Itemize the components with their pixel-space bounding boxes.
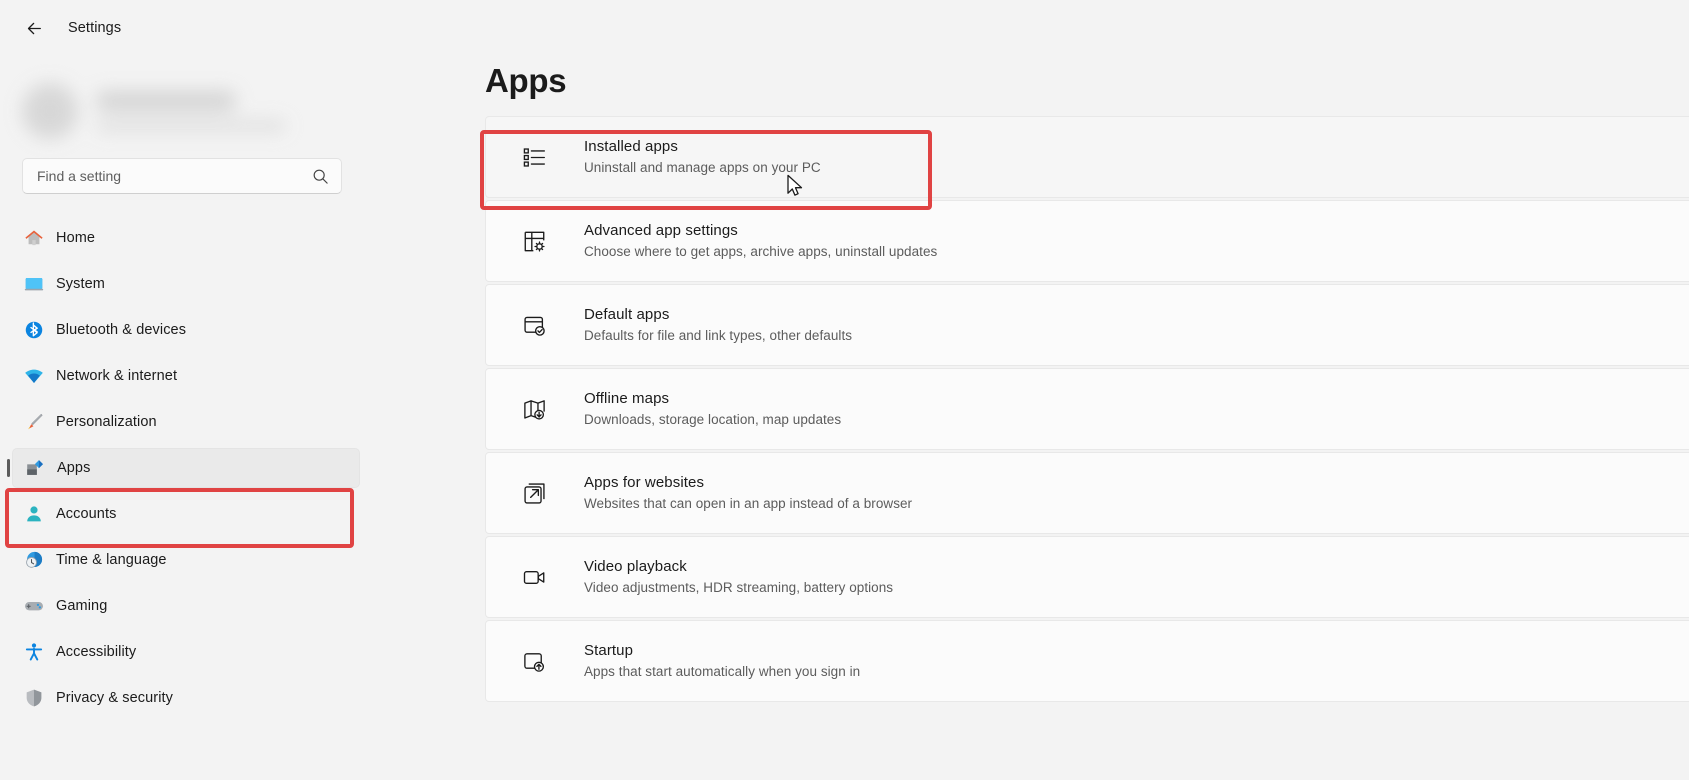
sidebar: Home System bbox=[0, 56, 370, 780]
external-link-icon bbox=[518, 477, 550, 509]
card-installed-apps[interactable]: Installed apps Uninstall and manage apps… bbox=[485, 116, 1689, 198]
user-profile-blurred[interactable] bbox=[0, 60, 370, 152]
card-title: Advanced app settings bbox=[584, 222, 738, 239]
profile-email-blurred bbox=[96, 120, 286, 132]
sidebar-item-label: System bbox=[56, 276, 105, 292]
main-content: Apps Installed apps Uninstall and manage… bbox=[370, 56, 1689, 780]
card-startup[interactable]: Startup Apps that start automatically wh… bbox=[485, 620, 1689, 702]
sidebar-item-gaming[interactable]: Gaming bbox=[12, 586, 360, 626]
sidebar-item-label: Privacy & security bbox=[56, 690, 173, 706]
sidebar-item-personalization[interactable]: Personalization bbox=[12, 402, 360, 442]
bluetooth-icon bbox=[22, 318, 46, 342]
sidebar-item-label: Apps bbox=[57, 460, 90, 476]
sidebar-item-network-internet[interactable]: Network & internet bbox=[12, 356, 360, 396]
card-title: Installed apps bbox=[584, 138, 678, 155]
card-text: Apps for websites Websites that can open… bbox=[584, 473, 912, 512]
clock-globe-icon bbox=[22, 548, 46, 572]
sidebar-item-label: Time & language bbox=[56, 552, 167, 568]
card-subtitle: Choose where to get apps, archive apps, … bbox=[584, 243, 937, 261]
navigation-list: Home System bbox=[0, 218, 370, 718]
sidebar-item-accounts[interactable]: Accounts bbox=[12, 494, 360, 534]
accessibility-icon bbox=[22, 640, 46, 664]
card-subtitle: Apps that start automatically when you s… bbox=[584, 663, 860, 681]
home-icon bbox=[22, 226, 46, 250]
default-apps-check-icon bbox=[518, 309, 550, 341]
card-text: Startup Apps that start automatically wh… bbox=[584, 641, 860, 680]
card-video-playback[interactable]: Video playback Video adjustments, HDR st… bbox=[485, 536, 1689, 618]
card-text: Installed apps Uninstall and manage apps… bbox=[584, 137, 821, 176]
sidebar-item-label: Bluetooth & devices bbox=[56, 322, 186, 338]
search-input[interactable] bbox=[37, 159, 312, 193]
card-default-apps[interactable]: Default apps Defaults for file and link … bbox=[485, 284, 1689, 366]
paintbrush-icon bbox=[22, 410, 46, 434]
card-title: Offline maps bbox=[584, 390, 669, 407]
sidebar-item-label: Network & internet bbox=[56, 368, 177, 384]
card-offline-maps[interactable]: Offline maps Downloads, storage location… bbox=[485, 368, 1689, 450]
bulleted-list-icon bbox=[518, 141, 550, 173]
card-subtitle: Defaults for file and link types, other … bbox=[584, 327, 852, 345]
card-text: Video playback Video adjustments, HDR st… bbox=[584, 557, 893, 596]
card-title: Video playback bbox=[584, 558, 687, 575]
map-download-icon bbox=[518, 393, 550, 425]
settings-window: Settings bbox=[0, 0, 1689, 780]
search-icon[interactable] bbox=[312, 168, 329, 185]
apps-icon bbox=[23, 456, 47, 480]
sidebar-item-accessibility[interactable]: Accessibility bbox=[12, 632, 360, 672]
accounts-icon bbox=[22, 502, 46, 526]
card-subtitle: Video adjustments, HDR streaming, batter… bbox=[584, 579, 893, 597]
network-icon bbox=[22, 364, 46, 388]
app-settings-gear-icon bbox=[518, 225, 550, 257]
video-camera-icon bbox=[518, 561, 550, 593]
card-text: Advanced app settings Choose where to ge… bbox=[584, 221, 937, 260]
sidebar-item-home[interactable]: Home bbox=[12, 218, 360, 258]
sidebar-item-privacy-security[interactable]: Privacy & security bbox=[12, 678, 360, 718]
card-subtitle: Downloads, storage location, map updates bbox=[584, 411, 841, 429]
title-bar: Settings bbox=[0, 0, 1689, 56]
card-title: Apps for websites bbox=[584, 474, 704, 491]
sidebar-item-system[interactable]: System bbox=[12, 264, 360, 304]
card-title: Startup bbox=[584, 642, 633, 659]
search-box[interactable] bbox=[22, 158, 342, 194]
card-apps-for-websites[interactable]: Apps for websites Websites that can open… bbox=[485, 452, 1689, 534]
sidebar-item-apps[interactable]: Apps bbox=[12, 448, 360, 488]
arrow-left-icon bbox=[23, 19, 42, 38]
card-title: Default apps bbox=[584, 306, 669, 323]
profile-name-blurred bbox=[96, 91, 236, 111]
avatar bbox=[22, 83, 78, 139]
card-text: Default apps Defaults for file and link … bbox=[584, 305, 852, 344]
sidebar-item-bluetooth-devices[interactable]: Bluetooth & devices bbox=[12, 310, 360, 350]
window-title: Settings bbox=[68, 20, 121, 36]
sidebar-item-label: Personalization bbox=[56, 414, 157, 430]
sidebar-item-label: Accessibility bbox=[56, 644, 136, 660]
sidebar-item-time-language[interactable]: Time & language bbox=[12, 540, 360, 580]
sidebar-item-label: Accounts bbox=[56, 506, 116, 522]
page-title: Apps bbox=[485, 62, 1689, 100]
sidebar-item-label: Gaming bbox=[56, 598, 107, 614]
card-subtitle: Websites that can open in an app instead… bbox=[584, 495, 912, 513]
card-subtitle: Uninstall and manage apps on your PC bbox=[584, 159, 821, 177]
profile-text bbox=[96, 91, 286, 132]
gamepad-icon bbox=[22, 594, 46, 618]
shield-icon bbox=[22, 686, 46, 710]
system-icon bbox=[22, 272, 46, 296]
sidebar-item-label: Home bbox=[56, 230, 95, 246]
back-button[interactable] bbox=[14, 10, 50, 46]
card-text: Offline maps Downloads, storage location… bbox=[584, 389, 841, 428]
card-advanced-app-settings[interactable]: Advanced app settings Choose where to ge… bbox=[485, 200, 1689, 282]
settings-cards-list: Installed apps Uninstall and manage apps… bbox=[485, 116, 1689, 702]
startup-up-arrow-icon bbox=[518, 645, 550, 677]
